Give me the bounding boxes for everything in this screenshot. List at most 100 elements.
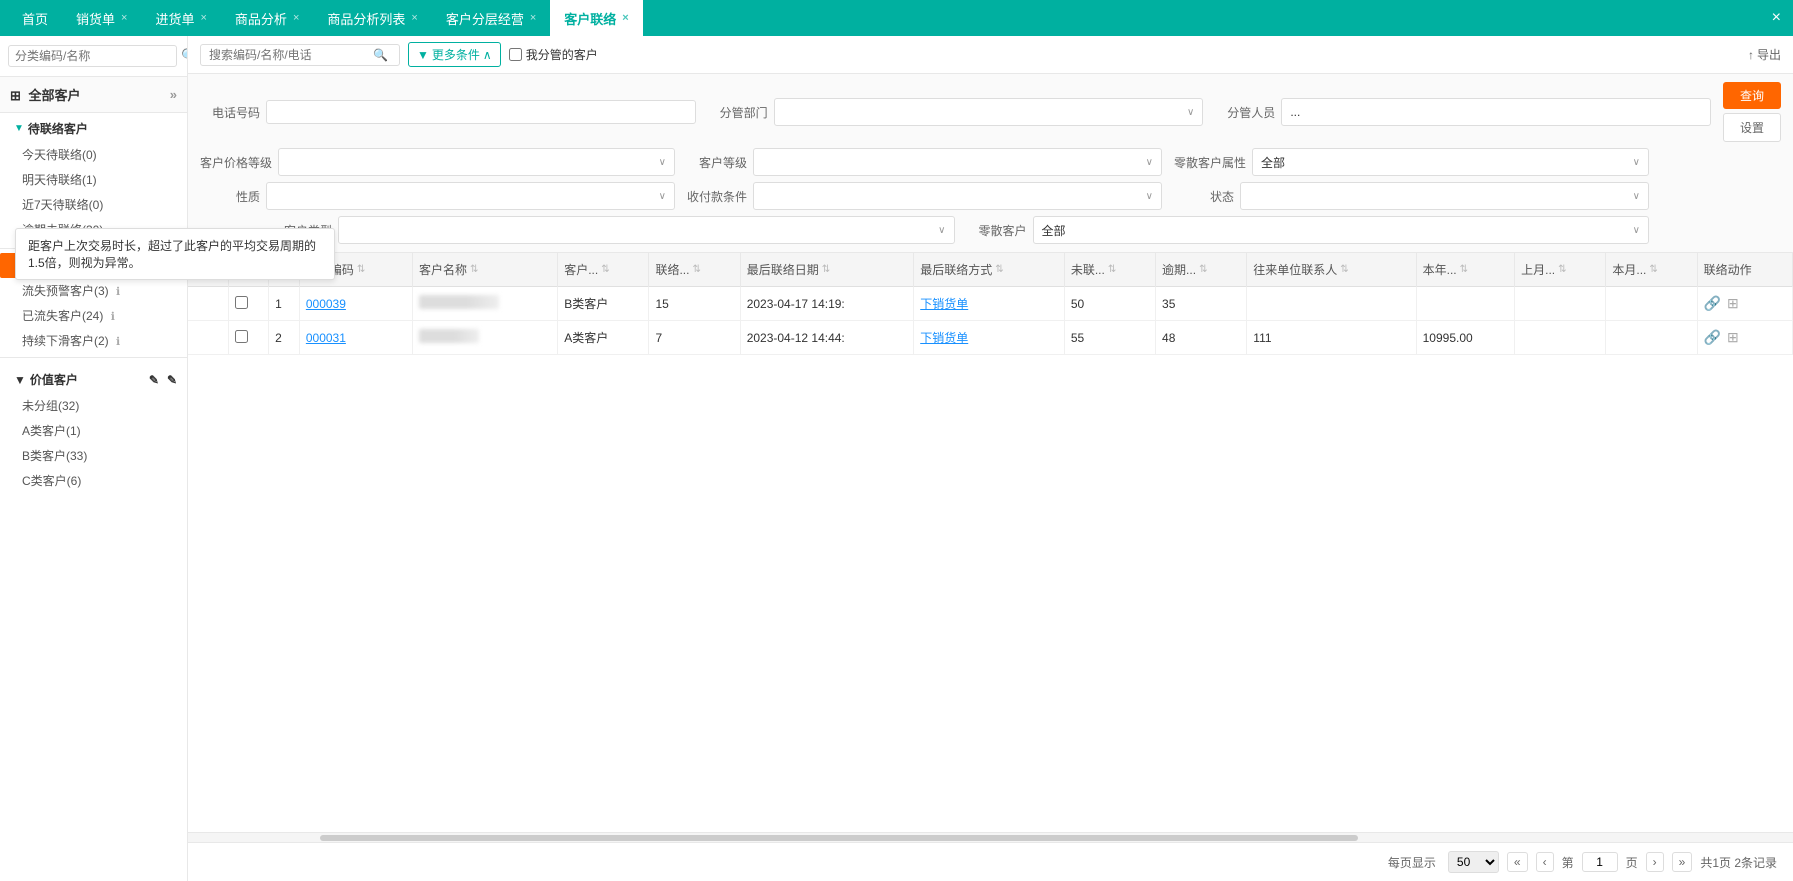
close-purchase-tab[interactable]: × bbox=[200, 12, 206, 24]
table-container[interactable]: ⚙ 客户编码 ⇅ bbox=[188, 253, 1793, 832]
row1-link-icon[interactable]: 🔗 bbox=[1704, 295, 1721, 312]
sidebar: 🔍 ⊞ 全部客户 » ▼ 待联络客户 今天待联络(0) 明天待联络(1) 近7天… bbox=[0, 36, 188, 881]
row2-uncontacted: 55 bbox=[1064, 321, 1155, 355]
row2-last-contact-method[interactable]: 下销货单 bbox=[914, 321, 1065, 355]
nav-customer-tier[interactable]: 客户分层经营 × bbox=[432, 0, 550, 36]
row2-no: 2 bbox=[269, 321, 300, 355]
table-row: 2 000031 A类客户 7 2023-04-12 14:44: 下销货单 bbox=[188, 321, 1793, 355]
per-page-select[interactable]: 50 100 200 bbox=[1448, 851, 1499, 873]
th-last-month[interactable]: 上月... ⇅ bbox=[1515, 253, 1606, 287]
close-goods-list-tab[interactable]: × bbox=[411, 12, 417, 24]
my-customers-checkbox[interactable]: 我分管的客户 bbox=[509, 46, 598, 63]
a-class-item[interactable]: A类客户(1) bbox=[0, 418, 187, 443]
th-this-month[interactable]: 本月... ⇅ bbox=[1606, 253, 1697, 287]
page-number-input[interactable] bbox=[1582, 852, 1618, 872]
th-uncontacted[interactable]: 未联... ⇅ bbox=[1064, 253, 1155, 287]
th-last-contact-method[interactable]: 最后联络方式 ⇅ bbox=[914, 253, 1065, 287]
value-edit-icon[interactable]: ✎ bbox=[149, 373, 159, 387]
close-contact-tab[interactable]: × bbox=[622, 12, 628, 24]
loss-warning-item[interactable]: 流失预警客户(3) ℹ bbox=[0, 278, 187, 303]
row1-check[interactable] bbox=[235, 296, 248, 309]
th-last-contact-date[interactable]: 最后联络日期 ⇅ bbox=[740, 253, 914, 287]
status-select[interactable]: ∨ bbox=[1240, 182, 1649, 210]
close-tier-tab[interactable]: × bbox=[530, 12, 536, 24]
value-settings-icon[interactable]: ✎ bbox=[167, 373, 177, 387]
tomorrow-pending-item[interactable]: 明天待联络(1) bbox=[0, 167, 187, 192]
price-level-select[interactable]: ∨ bbox=[278, 148, 675, 176]
row1-code[interactable]: 000039 bbox=[299, 287, 412, 321]
phone-label: 电话号码 bbox=[200, 104, 260, 121]
row1-this-year bbox=[1416, 287, 1515, 321]
sidebar-search-button[interactable]: 🔍 bbox=[181, 44, 188, 68]
row1-checkbox[interactable] bbox=[228, 287, 269, 321]
c-class-item[interactable]: C类客户(6) bbox=[0, 468, 187, 493]
row1-no: 1 bbox=[269, 287, 300, 321]
row2-checkbox[interactable] bbox=[228, 321, 269, 355]
query-button[interactable]: 查询 bbox=[1723, 82, 1781, 109]
row1-last-contact-method[interactable]: 下销货单 bbox=[914, 287, 1065, 321]
th-this-year[interactable]: 本年... ⇅ bbox=[1416, 253, 1515, 287]
customer-level-label: 客户等级 bbox=[687, 154, 747, 171]
my-customers-check[interactable] bbox=[509, 48, 522, 61]
filter-row-4: ... 客户类型 ∨ 零散客户 全部 ∨ bbox=[200, 216, 1781, 244]
gender-select[interactable]: ∨ bbox=[266, 182, 675, 210]
th-type[interactable]: 客户... ⇅ bbox=[558, 253, 649, 287]
nav-customer-contact[interactable]: 客户联络 × bbox=[550, 0, 642, 36]
sort-type-icon: ⇅ bbox=[601, 264, 609, 275]
row2-code[interactable]: 000031 bbox=[299, 321, 412, 355]
nav-home[interactable]: 首页 bbox=[8, 0, 62, 36]
close-goods-analysis-tab[interactable]: × bbox=[293, 12, 299, 24]
value-customer-header[interactable]: ▼ 价值客户 ✎ ✎ bbox=[0, 366, 187, 393]
sort-method-icon: ⇅ bbox=[995, 264, 1003, 275]
horizontal-scroll-bar[interactable] bbox=[188, 832, 1793, 842]
global-close-button[interactable]: × bbox=[1772, 9, 1781, 27]
th-unit-contact[interactable]: 往来单位联系人 ⇅ bbox=[1247, 253, 1416, 287]
nav-goods-analysis[interactable]: 商品分析 × bbox=[221, 0, 313, 36]
person-select[interactable]: ... bbox=[1281, 98, 1711, 126]
last-page-button[interactable]: » bbox=[1672, 852, 1693, 872]
lost-customers-item[interactable]: 已流失客户(24) ℹ bbox=[0, 303, 187, 328]
retail-attr-field: 零散客户属性 全部 ∨ bbox=[1174, 148, 1649, 176]
nav-purchase[interactable]: 进货单 × bbox=[141, 0, 220, 36]
row1-method-link[interactable]: 下销货单 bbox=[920, 297, 968, 311]
nav-goods-analysis-list[interactable]: 商品分析列表 × bbox=[313, 0, 431, 36]
sidebar-search-input[interactable] bbox=[8, 45, 177, 67]
row2-check[interactable] bbox=[235, 330, 248, 343]
sidebar-collapse-button[interactable]: » bbox=[170, 87, 177, 102]
ungroup-item[interactable]: 未分组(32) bbox=[0, 393, 187, 418]
th-name[interactable]: 客户名称 ⇅ bbox=[412, 253, 557, 287]
pending-contact-header[interactable]: ▼ 待联络客户 bbox=[0, 115, 187, 142]
b-class-item[interactable]: B类客户(33) bbox=[0, 443, 187, 468]
row2-type: A类客户 bbox=[558, 321, 649, 355]
row2-code-link[interactable]: 000031 bbox=[306, 331, 346, 345]
row2-method-link[interactable]: 下销货单 bbox=[920, 331, 968, 345]
more-conditions-button[interactable]: ▼ 更多条件 ∧ bbox=[408, 42, 501, 67]
row2-link-icon[interactable]: 🔗 bbox=[1704, 329, 1721, 346]
next-page-button[interactable]: › bbox=[1646, 852, 1664, 872]
nav-sales[interactable]: 销货单 × bbox=[62, 0, 141, 36]
row1-code-link[interactable]: 000039 bbox=[306, 297, 346, 311]
prev-page-button[interactable]: ‹ bbox=[1536, 852, 1554, 872]
week-pending-item[interactable]: 近7天待联络(0) bbox=[0, 192, 187, 217]
scroll-thumb[interactable] bbox=[320, 835, 1358, 841]
th-contact[interactable]: 联络... ⇅ bbox=[649, 253, 740, 287]
th-overdue[interactable]: 逾期... ⇅ bbox=[1156, 253, 1247, 287]
filter-search-input[interactable] bbox=[209, 48, 369, 62]
row2-grid-icon[interactable]: ⊞ bbox=[1727, 329, 1739, 346]
today-pending-item[interactable]: 今天待联络(0) bbox=[0, 142, 187, 167]
settings-button[interactable]: 设置 bbox=[1723, 113, 1781, 142]
close-sales-tab[interactable]: × bbox=[121, 12, 127, 24]
customer-type-select[interactable]: ∨ bbox=[338, 216, 955, 244]
row1-grid-icon[interactable]: ⊞ bbox=[1727, 295, 1739, 312]
row1-last-contact-date: 2023-04-17 14:19: bbox=[740, 287, 914, 321]
retail-attr-select[interactable]: 全部 ∨ bbox=[1252, 148, 1649, 176]
first-page-button[interactable]: « bbox=[1507, 852, 1528, 872]
export-button[interactable]: ↑ 导出 bbox=[1748, 46, 1781, 63]
phone-input[interactable] bbox=[266, 100, 696, 124]
retail-customer-select[interactable]: 全部 ∨ bbox=[1033, 216, 1650, 244]
dept-select[interactable]: ∨ bbox=[774, 98, 1204, 126]
payment-terms-select[interactable]: ∨ bbox=[753, 182, 1162, 210]
filter-bar: 🔍 ▼ 更多条件 ∧ 我分管的客户 ↑ 导出 bbox=[188, 36, 1793, 74]
customer-level-select[interactable]: ∨ bbox=[753, 148, 1162, 176]
declining-customers-item[interactable]: 持续下滑客户(2) ℹ bbox=[0, 328, 187, 353]
